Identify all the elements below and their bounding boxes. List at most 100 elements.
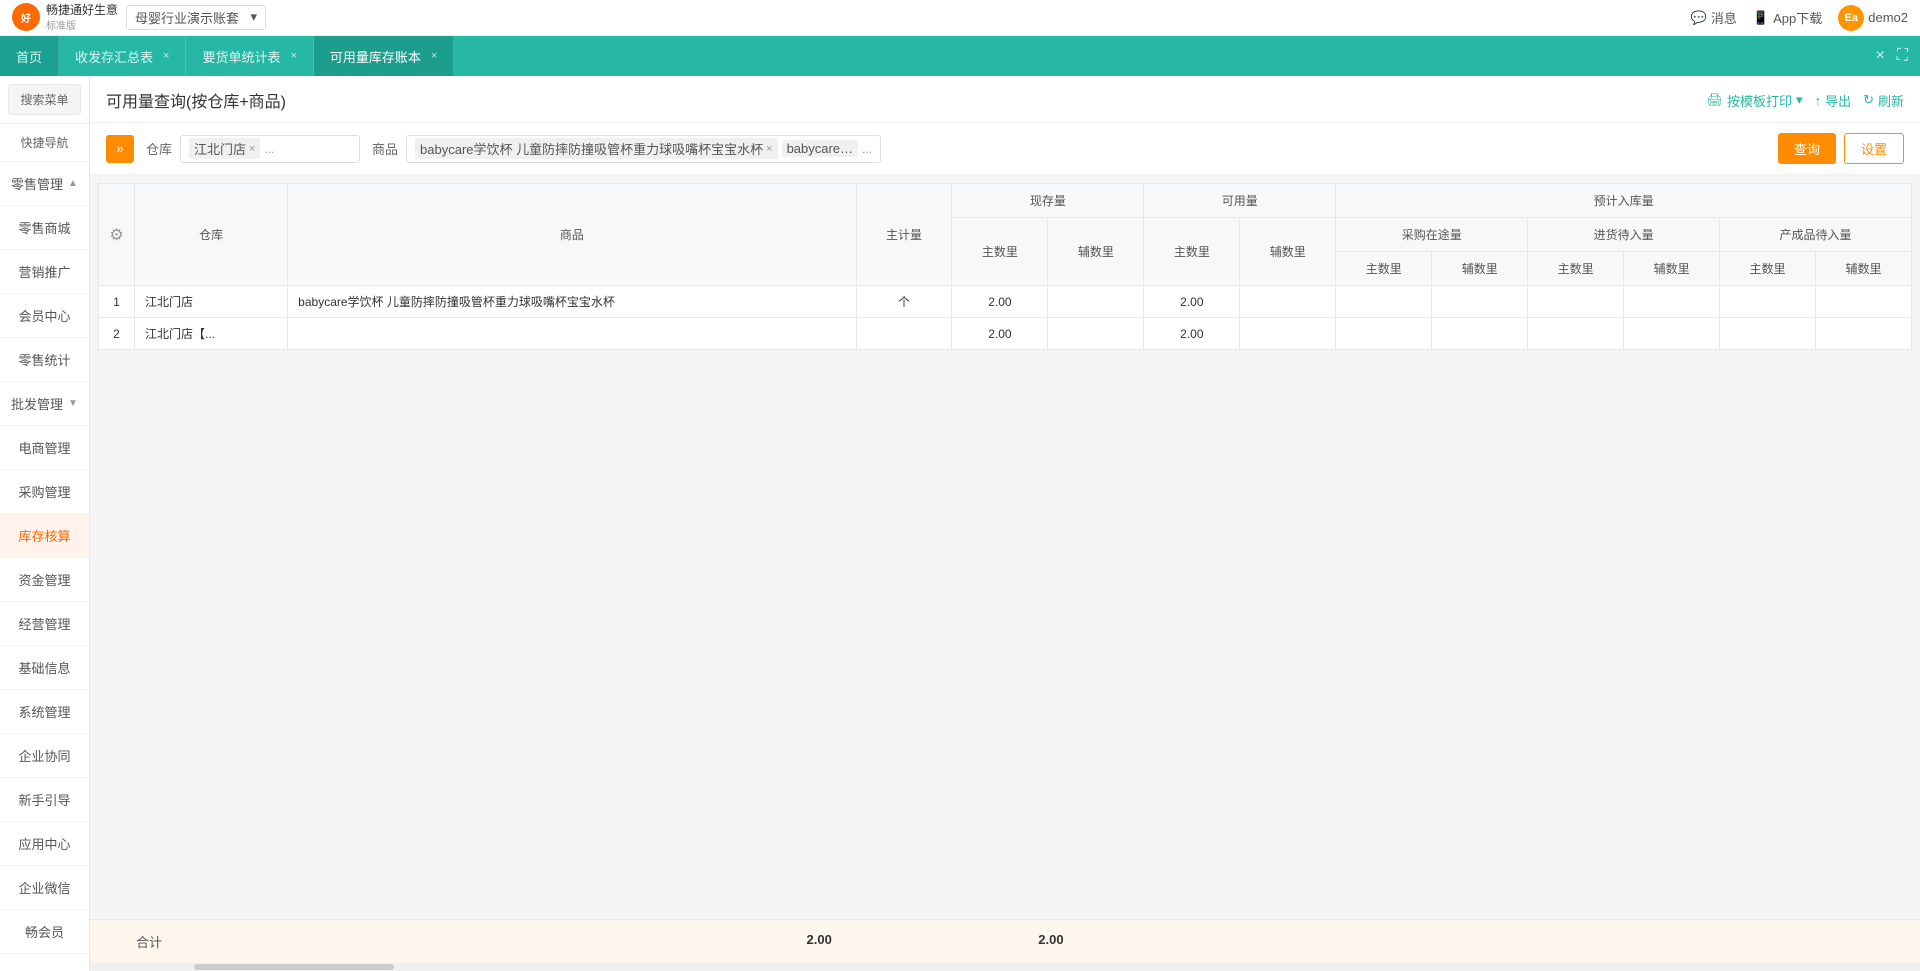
col-available-group: 可用量 bbox=[1144, 184, 1336, 218]
sidebar-label-new-guide: 新手引导 bbox=[18, 790, 70, 809]
tab-available-inventory[interactable]: 可用量库存账本 × bbox=[314, 36, 454, 76]
sidebar-item-purchase[interactable]: 采购管理 bbox=[0, 470, 89, 514]
close-available-tab-icon[interactable]: × bbox=[431, 50, 437, 62]
col-current-group: 现存量 bbox=[952, 184, 1144, 218]
col-current-sub-header: 辅数里 bbox=[1048, 218, 1144, 286]
sidebar-item-app-center[interactable]: 应用中心 bbox=[0, 822, 89, 866]
col-productin-sub-header: 辅数里 bbox=[1816, 252, 1912, 286]
tab-home[interactable]: 首页 bbox=[0, 36, 59, 76]
footer-current-sub-cell bbox=[877, 928, 993, 955]
sidebar-item-finance[interactable]: 资金管理 bbox=[0, 558, 89, 602]
col-warehouse-header: 仓库 bbox=[135, 184, 288, 286]
horizontal-scrollbar[interactable] bbox=[90, 963, 1920, 971]
col-purchase-main-header: 主数里 bbox=[1336, 252, 1432, 286]
footer-label-cell: 合计 bbox=[126, 928, 338, 955]
sidebar-item-marketing[interactable]: 营销推广 bbox=[0, 250, 89, 294]
product-tag1-close-icon[interactable]: × bbox=[766, 143, 772, 155]
tab-income-expense[interactable]: 收发存汇总表 × bbox=[59, 36, 186, 76]
export-icon: ↑ bbox=[1815, 93, 1822, 108]
refresh-action-btn[interactable]: ↻ 刷新 bbox=[1863, 91, 1904, 110]
cell-current-main-0: 2.00 bbox=[952, 286, 1048, 318]
message-action[interactable]: 💬 消息 bbox=[1691, 8, 1737, 27]
sidebar-item-enterprise[interactable]: 企业协同 bbox=[0, 734, 89, 778]
expand-icon: » bbox=[116, 141, 123, 156]
cell-unit-0: 个 bbox=[856, 286, 952, 318]
table-area: ⚙ 仓库 商品 主计量 现存量 可用量 预计入库量 主数里 辅数里 主数里 辅数… bbox=[90, 175, 1920, 919]
cell-avail-sub-1 bbox=[1240, 318, 1336, 350]
sidebar-item-member-center[interactable]: 会员中心 bbox=[0, 294, 89, 338]
product-tag2: babycare… bbox=[782, 140, 858, 157]
logo-area: 好 畅捷通好生意 标准版 bbox=[12, 3, 118, 32]
top-bar-right: 💬 消息 📱 App下载 Ea demo2 bbox=[1691, 5, 1908, 31]
sidebar-search-area: 搜索菜单 bbox=[0, 76, 89, 124]
close-all-tabs-icon[interactable]: × bbox=[1871, 43, 1888, 69]
product-filter-input[interactable]: babycare学饮杯 儿童防摔防撞吸管杯重力球吸嘴杯宝宝水杯 × babyca… bbox=[406, 135, 881, 163]
col-settings[interactable]: ⚙ bbox=[99, 184, 135, 286]
cell-unit-1 bbox=[856, 318, 952, 350]
app-download-action[interactable]: 📱 App下载 bbox=[1753, 8, 1822, 27]
sidebar-item-basic-info[interactable]: 基础信息 bbox=[0, 646, 89, 690]
user-area[interactable]: Ea demo2 bbox=[1838, 5, 1908, 31]
sidebar-item-member[interactable]: 畅会员 bbox=[0, 910, 89, 954]
export-label: 导出 bbox=[1825, 91, 1851, 110]
cell-goodsin-main-0 bbox=[1528, 286, 1624, 318]
sidebar-item-system[interactable]: 系统管理 bbox=[0, 690, 89, 734]
app-download-label: App下载 bbox=[1773, 8, 1822, 27]
sidebar-label-finance: 资金管理 bbox=[18, 570, 70, 589]
chevron-down-icon: ▾ bbox=[250, 9, 257, 25]
col-purchase-sub-header: 辅数里 bbox=[1432, 252, 1528, 286]
home-tab-label: 首页 bbox=[16, 47, 42, 66]
data-table: ⚙ 仓库 商品 主计量 现存量 可用量 预计入库量 主数里 辅数里 主数里 辅数… bbox=[98, 183, 1912, 350]
print-icon: 🖨 bbox=[1707, 92, 1724, 108]
search-menu-btn[interactable]: 搜索菜单 bbox=[8, 84, 81, 115]
col-avail-sub-header: 辅数里 bbox=[1240, 218, 1336, 286]
sidebar-item-enterprise-wx[interactable]: 企业微信 bbox=[0, 866, 89, 910]
sidebar-item-retail-mall[interactable]: 零售商城 bbox=[0, 206, 89, 250]
sidebar-label-retail-mgmt: 零售管理 bbox=[11, 174, 63, 193]
sidebar-item-new-guide[interactable]: 新手引导 bbox=[0, 778, 89, 822]
close-income-tab-icon[interactable]: × bbox=[163, 50, 169, 62]
scroll-thumb[interactable] bbox=[194, 964, 394, 970]
sidebar-label-purchase: 采购管理 bbox=[18, 482, 70, 501]
product-tag1: babycare学饮杯 儿童防摔防撞吸管杯重力球吸嘴杯宝宝水杯 × bbox=[415, 138, 778, 159]
cell-goodsin-sub-1 bbox=[1624, 318, 1720, 350]
sidebar-label-system: 系统管理 bbox=[18, 702, 70, 721]
sidebar-label-wholesale-mgmt: 批发管理 bbox=[11, 394, 63, 413]
sidebar-item-wholesale-mgmt[interactable]: 批发管理 ▼ bbox=[0, 382, 89, 426]
fullscreen-icon[interactable]: ⛶ bbox=[1893, 43, 1912, 69]
print-action-btn[interactable]: 🖨 按模板打印 ▾ bbox=[1707, 91, 1803, 110]
top-bar: 好 畅捷通好生意 标准版 母婴行业演示账套 ▾ 💬 消息 📱 App下载 Ea … bbox=[0, 0, 1920, 36]
sidebar-label-member-center: 会员中心 bbox=[18, 306, 70, 325]
sidebar-item-inventory[interactable]: 库存核算 bbox=[0, 514, 89, 558]
page-header: 可用量查询(按仓库+商品) 🖨 按模板打印 ▾ ↑ 导出 ↻ 刷新 bbox=[90, 76, 1920, 123]
sidebar-quick-nav[interactable]: 快捷导航 bbox=[0, 124, 89, 162]
warehouse-tag-close-icon[interactable]: × bbox=[249, 143, 255, 155]
cell-current-main-1: 2.00 bbox=[952, 318, 1048, 350]
sidebar-item-retail-mgmt[interactable]: 零售管理 ▲ bbox=[0, 162, 89, 206]
industry-select[interactable]: 母婴行业演示账套 ▾ bbox=[126, 5, 266, 30]
order-tab-label: 要货单统计表 bbox=[202, 47, 280, 66]
column-settings-icon[interactable]: ⚙ bbox=[109, 227, 123, 244]
cell-productin-main-1 bbox=[1720, 318, 1816, 350]
settings-button[interactable]: 设置 bbox=[1844, 133, 1904, 164]
cell-current-sub-1 bbox=[1048, 318, 1144, 350]
warehouse-filter-input[interactable]: 江北门店 × ... bbox=[180, 135, 360, 163]
warehouse-filter-group: 仓库 江北门店 × ... bbox=[146, 135, 360, 163]
cell-purchase-sub-1 bbox=[1432, 318, 1528, 350]
tab-order-stats[interactable]: 要货单统计表 × bbox=[186, 36, 313, 76]
sidebar-item-retail-stats[interactable]: 零售统计 bbox=[0, 338, 89, 382]
close-order-tab-icon[interactable]: × bbox=[290, 50, 296, 62]
warehouse-more-icon[interactable]: ... bbox=[264, 142, 274, 156]
filter-expand-btn[interactable]: » bbox=[106, 135, 134, 163]
logo-text: 畅捷通好生意 bbox=[46, 3, 118, 17]
export-action-btn[interactable]: ↑ 导出 bbox=[1815, 91, 1852, 110]
query-button[interactable]: 查询 bbox=[1778, 133, 1836, 164]
footer-product-cell bbox=[338, 928, 646, 955]
sidebar-item-ecommerce[interactable]: 电商管理 bbox=[0, 426, 89, 470]
sidebar-item-operations[interactable]: 经营管理 bbox=[0, 602, 89, 646]
footer-avail-sub-cell bbox=[1109, 928, 1225, 955]
sidebar-label-basic-info: 基础信息 bbox=[18, 658, 70, 677]
chevron-icon-wholesale: ▼ bbox=[68, 398, 78, 409]
sidebar-label-marketing: 营销推广 bbox=[18, 262, 70, 281]
product-more-icon[interactable]: ... bbox=[862, 142, 872, 156]
